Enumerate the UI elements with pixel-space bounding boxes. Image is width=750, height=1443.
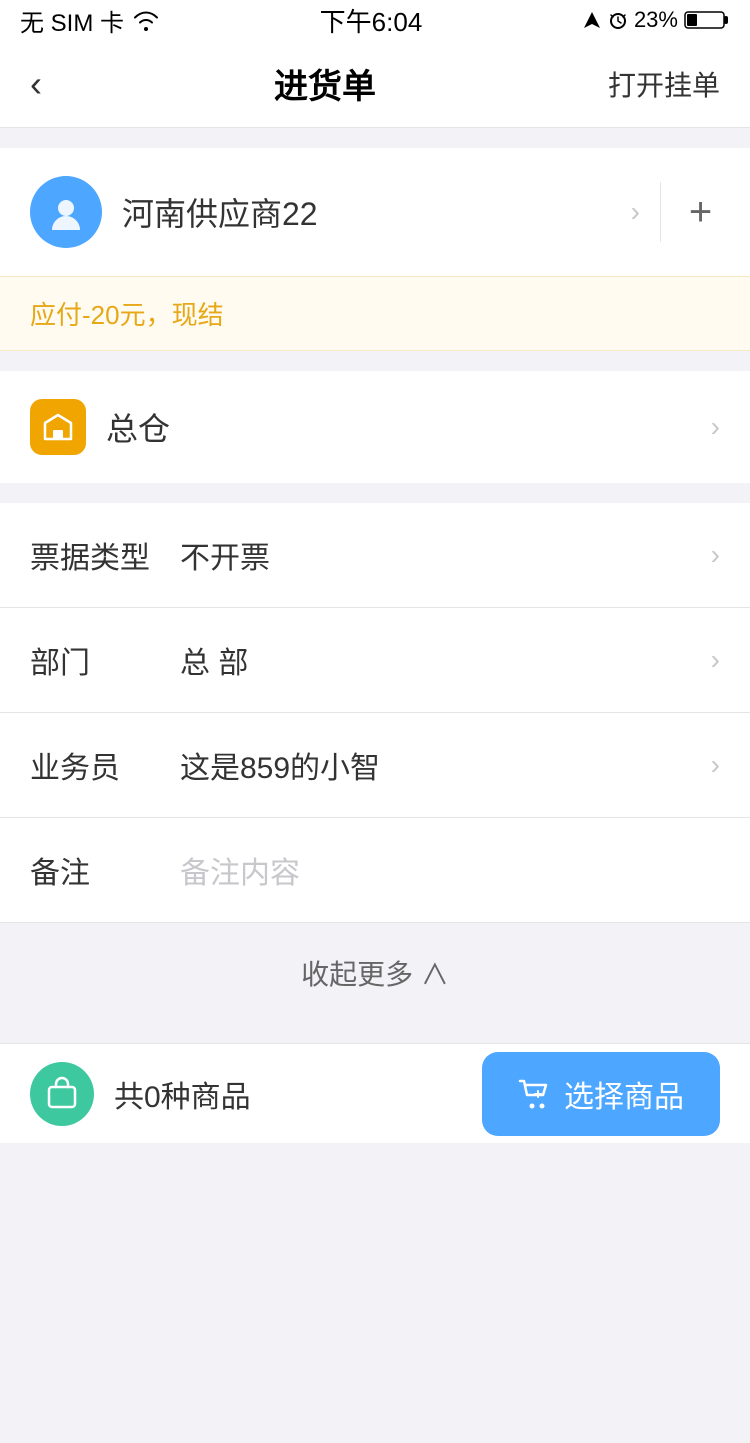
invoice-type-chevron-icon: › [711,539,720,571]
warehouse-chevron-icon: › [711,411,720,443]
battery-text: 23% [634,7,678,33]
nav-bar: ‹ 进货单 打开挂单 [0,40,750,128]
battery-icon [684,9,730,31]
supplier-name: 河南供应商22 [122,189,318,235]
location-icon [582,10,602,30]
product-icon [30,1062,94,1126]
status-time: 下午6:04 [320,2,423,39]
section-gap-4 [0,1023,750,1043]
form-card: 票据类型 不开票 › 部门 总 部 › 业务员 这是859的小智 › 备注 备注… [0,503,750,1023]
invoice-type-row[interactable]: 票据类型 不开票 › [0,503,750,607]
select-product-button[interactable]: 选择商品 [482,1052,720,1136]
section-gap-2 [0,351,750,371]
page-title: 进货单 [274,59,376,108]
warehouse-card: 总仓 › [0,371,750,483]
page-footer [0,1143,750,1443]
salesperson-row[interactable]: 业务员 这是859的小智 › [0,712,750,817]
salesperson-chevron-icon: › [711,749,720,781]
product-count: 共0种商品 [114,1072,251,1116]
balance-notice: 应付-20元，现结 [0,276,750,351]
warehouse-icon [30,399,86,455]
department-chevron-icon: › [711,644,720,676]
department-value: 总 部 [150,638,711,682]
section-gap-1 [0,128,750,148]
section-gap-3 [0,483,750,503]
supplier-row[interactable]: 河南供应商22 › + [0,148,750,276]
supplier-avatar [30,176,102,248]
signal-text: 无 SIM 卡 [20,3,124,38]
product-section: 共0种商品 选择商品 [0,1043,750,1143]
wifi-icon [132,9,160,31]
add-supplier-button[interactable]: + [660,182,720,242]
supplier-left: 河南供应商22 [30,176,631,248]
cart-icon [518,1079,552,1109]
supplier-card: 河南供应商22 › + 应付-20元，现结 [0,148,750,351]
status-bar: 无 SIM 卡 下午6:04 23% [0,0,750,40]
collapse-button[interactable]: 收起更多 ∧ [0,922,750,1023]
remark-row[interactable]: 备注 备注内容 [0,817,750,922]
salesperson-value: 这是859的小智 [150,743,711,787]
status-right: 23% [582,7,730,33]
invoice-type-value: 不开票 [150,533,711,577]
supplier-chevron-icon: › [631,196,640,228]
department-label: 部门 [30,638,150,682]
warehouse-row[interactable]: 总仓 › [0,371,750,483]
back-button[interactable]: ‹ [30,63,42,105]
alarm-icon [608,10,628,30]
department-row[interactable]: 部门 总 部 › [0,607,750,712]
invoice-type-label: 票据类型 [30,533,150,577]
remark-input[interactable]: 备注内容 [150,848,720,892]
status-left: 无 SIM 卡 [20,3,160,38]
remark-label: 备注 [30,848,150,892]
product-left: 共0种商品 [30,1062,251,1126]
salesperson-label: 业务员 [30,743,150,787]
select-product-label: 选择商品 [564,1072,684,1116]
open-pending-button[interactable]: 打开挂单 [608,64,720,104]
warehouse-name: 总仓 [106,404,691,450]
